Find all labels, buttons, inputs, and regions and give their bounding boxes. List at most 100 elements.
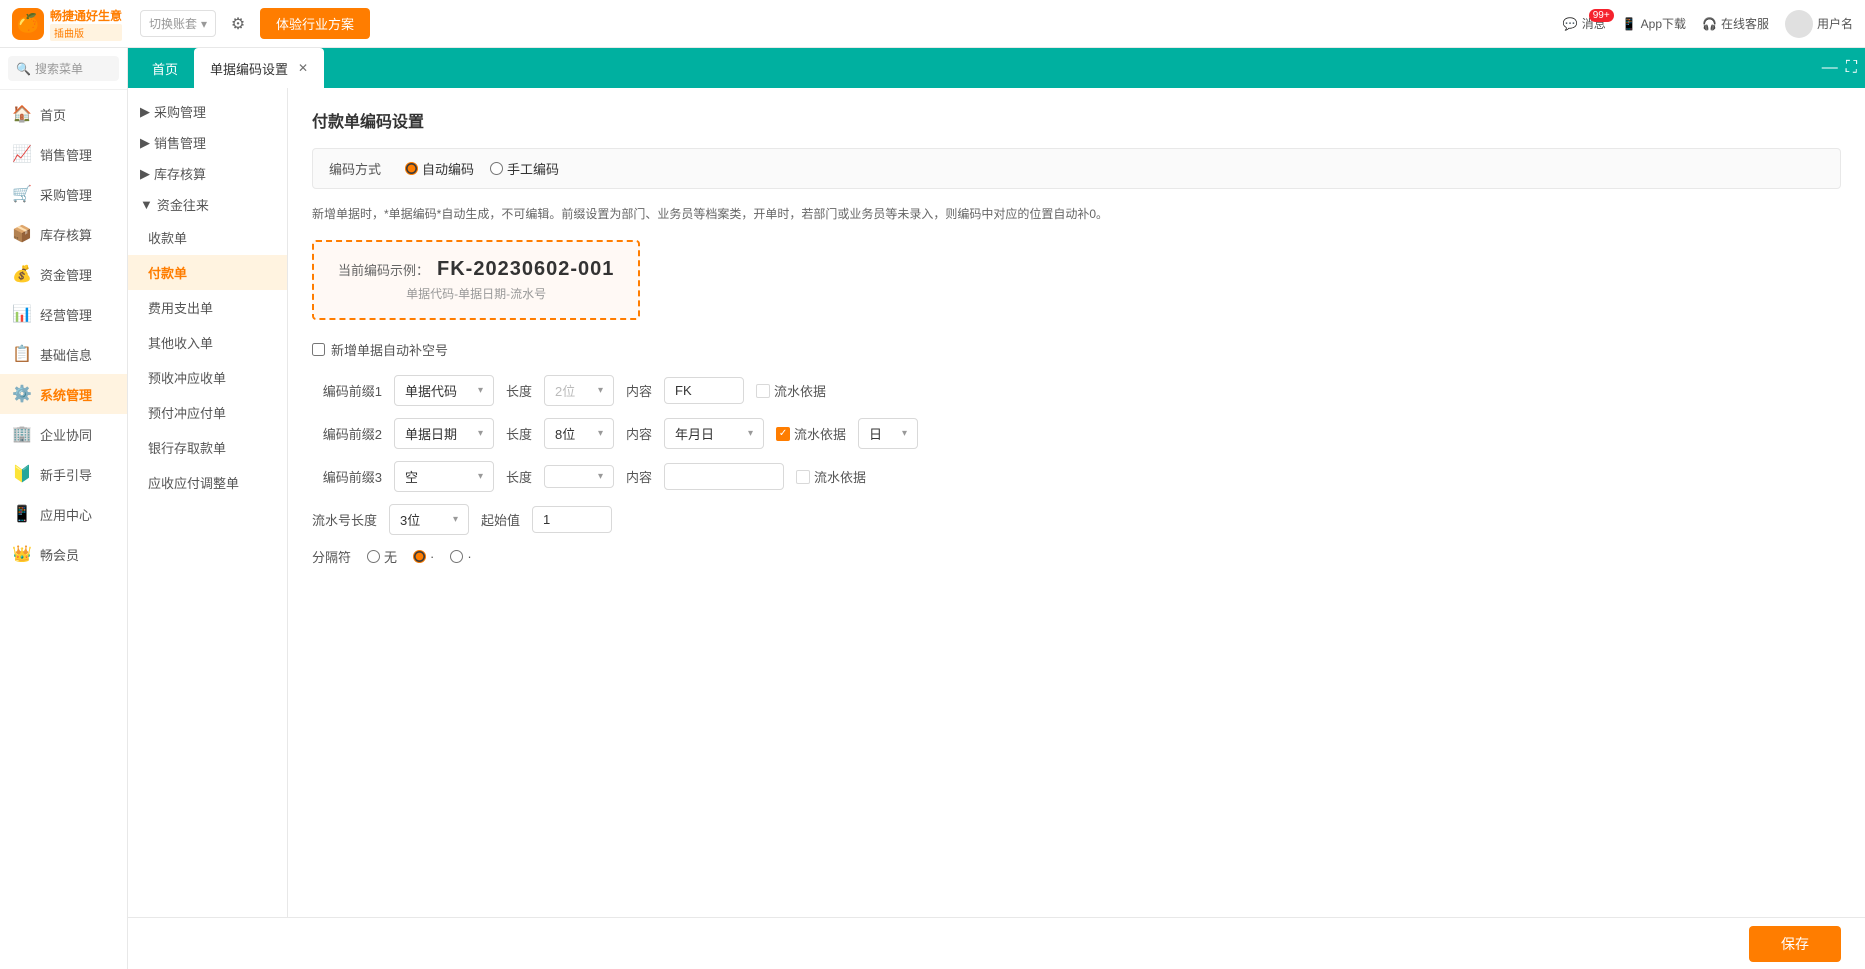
prefix-1-length-select[interactable]: 2位 ▾ [544,375,614,406]
sidebar-item-operations[interactable]: 📊 经营管理 [0,294,127,334]
sub-menu-item-other-income[interactable]: 其他收入单 [128,325,287,360]
sidebar-item-finance[interactable]: 💰 资金管理 [0,254,127,294]
hint-text: 新增单据时，*单据编码*自动生成，不可编辑。前缀设置为部门、业务员等档案类，开单… [312,205,1841,224]
serial-length-select[interactable]: 3位 ▾ [389,504,469,535]
auto-encode-radio[interactable]: 自动编码 [405,159,474,178]
sep-none-input[interactable] [367,550,380,563]
prefix-1-arrow: ▾ [478,385,483,396]
prefix-1-length-arrow: ▾ [598,385,603,396]
sidebar-item-purchase[interactable]: 🛒 采购管理 [0,174,127,214]
prefix-1-content-input[interactable] [664,377,744,404]
sidebar: 🔍 搜索菜单 🏠 首页 📈 销售管理 🛒 采购管理 📦 库存核算 💰 [0,48,128,969]
tab-barcode-settings[interactable]: 单据编码设置 ✕ [194,48,324,88]
sidebar-search-area[interactable]: 🔍 搜索菜单 [0,48,127,90]
sidebar-item-system[interactable]: ⚙️ 系统管理 [0,374,127,414]
sub-menu-item-prepaid-ap[interactable]: 预付冲应付单 [128,395,287,430]
sidebar-item-apps[interactable]: 📱 应用中心 [0,494,127,534]
sep-dot-input[interactable] [413,550,426,563]
account-switcher[interactable]: 切换账套 ▾ [140,10,216,37]
app-icon: 📱 [1622,17,1637,31]
prefix-3-length-select[interactable]: ▾ [544,465,614,488]
sidebar-item-enterprise[interactable]: 🏢 企业协同 [0,414,127,454]
sub-menu-item-receipt[interactable]: 收款单 [128,220,287,255]
sep-dot2-input[interactable] [450,550,463,563]
sidebar-item-inventory[interactable]: 📦 库存核算 [0,214,127,254]
sep-dot-radio[interactable]: · [413,549,434,564]
prefix-2-content-arrow: ▾ [748,428,753,439]
auto-encode-input[interactable] [405,162,418,175]
sep-dot2-radio[interactable]: · [450,549,471,564]
main-panel: 付款单编码设置 编码方式 自动编码 手工编码 [288,88,1865,969]
prefix-3-serial-check[interactable]: 流水依据 [796,467,866,486]
prefix-1-serial-check[interactable]: 流水依据 [756,381,826,400]
trial-button[interactable]: 体验行业方案 [260,8,370,39]
manual-encode-input[interactable] [490,162,503,175]
prefix-3-content-label: 内容 [626,467,652,486]
prefix-2-checked-icon: ✓ [776,427,790,441]
serial-start-label: 起始值 [481,510,520,529]
tab-close-icon[interactable]: ✕ [298,61,308,75]
prefix-3-select[interactable]: 空 ▾ [394,461,494,492]
messages-button[interactable]: 💬 消息 99+ [1563,15,1606,32]
preview-label: 当前编码示例： [338,260,429,279]
sub-menu-group-inventory[interactable]: ▶ 库存核算 [128,158,287,189]
online-service-button[interactable]: 🎧 在线客服 [1702,15,1769,32]
inventory-icon: 📦 [12,224,32,244]
prefix-1-label: 编码前缀1 [312,381,382,400]
sidebar-item-sales[interactable]: 📈 销售管理 [0,134,127,174]
serial-length-label: 流水号长度 [312,510,377,529]
prefix-1-select[interactable]: 单据代码 ▾ [394,375,494,406]
header-right: 💬 消息 99+ 📱 App下载 🎧 在线客服 用户名 [1563,10,1853,38]
sub-menu-group-finance[interactable]: ▼ 资金往来 [128,189,287,220]
user-info[interactable]: 用户名 [1785,10,1853,38]
auto-fill-checkbox[interactable] [312,343,325,356]
auto-fill-label: 新增单据自动补空号 [331,340,448,359]
prefix-2-content-label: 内容 [626,424,652,443]
prefix-3-unchecked-icon [796,470,810,484]
sub-menu-item-bank[interactable]: 银行存取款单 [128,430,287,465]
separator-row: 分隔符 无 · · [312,547,1841,566]
prefix-1-length-label: 长度 [506,381,532,400]
prefix-2-day-select[interactable]: 日 ▾ [858,418,918,449]
tab-minimize-button[interactable]: — [1822,59,1838,77]
bottom-bar: 保存 [128,917,1865,969]
sales-icon: 📈 [12,144,32,164]
manual-encode-radio[interactable]: 手工编码 [490,159,559,178]
enterprise-icon: 🏢 [12,424,32,444]
tab-bar: 首页 单据编码设置 ✕ — ⛶ [128,48,1865,88]
chevron-right-icon-2: ▶ [140,135,150,151]
prefix-3-length-label: 长度 [506,467,532,486]
sub-menu-item-expense[interactable]: 费用支出单 [128,290,287,325]
prefix-2-content-select[interactable]: 年月日 ▾ [664,418,764,449]
sub-menu-group-sales[interactable]: ▶ 销售管理 [128,127,287,158]
purchase-icon: 🛒 [12,184,32,204]
settings-icon[interactable]: ⚙ [224,10,252,38]
sidebar-item-basic[interactable]: 📋 基础信息 [0,334,127,374]
sidebar-item-guide[interactable]: 🔰 新手引导 [0,454,127,494]
vip-icon: 👑 [12,544,32,564]
app-download-button[interactable]: 📱 App下载 [1622,15,1686,32]
sub-menu-group-purchase[interactable]: ▶ 采购管理 [128,96,287,127]
save-button[interactable]: 保存 [1749,926,1841,962]
prefix-2-serial-check[interactable]: ✓ 流水依据 [776,424,846,443]
prefix-3-content-input[interactable] [664,463,784,490]
tab-home[interactable]: 首页 [136,48,194,88]
serial-start-input[interactable] [532,506,612,533]
search-menu-input[interactable]: 🔍 搜索菜单 [8,56,119,81]
sub-menu-item-prepaid-ar[interactable]: 预收冲应收单 [128,360,287,395]
message-badge: 99+ [1589,9,1614,22]
prefix-3-label: 编码前缀3 [312,467,382,486]
chevron-right-icon-3: ▶ [140,166,150,182]
sub-menu-item-payment[interactable]: 付款单 [128,255,287,290]
prefix-2-select[interactable]: 单据日期 ▾ [394,418,494,449]
sep-none-radio[interactable]: 无 [367,547,397,566]
main-content: 首页 单据编码设置 ✕ — ⛶ ▶ 采购管理 ▶ 销售管理 [128,48,1865,969]
preview-desc: 单据代码-单据日期-流水号 [338,285,614,302]
sidebar-item-home[interactable]: 🏠 首页 [0,94,127,134]
preview-code: FK-20230602-001 [437,258,614,281]
tab-maximize-button[interactable]: ⛶ [1846,59,1857,77]
sub-menu-item-adjustment[interactable]: 应收应付调整单 [128,465,287,500]
sidebar-item-vip[interactable]: 👑 畅会员 [0,534,127,574]
prefix-2-length-select[interactable]: 8位 ▾ [544,418,614,449]
home-icon: 🏠 [12,104,32,124]
